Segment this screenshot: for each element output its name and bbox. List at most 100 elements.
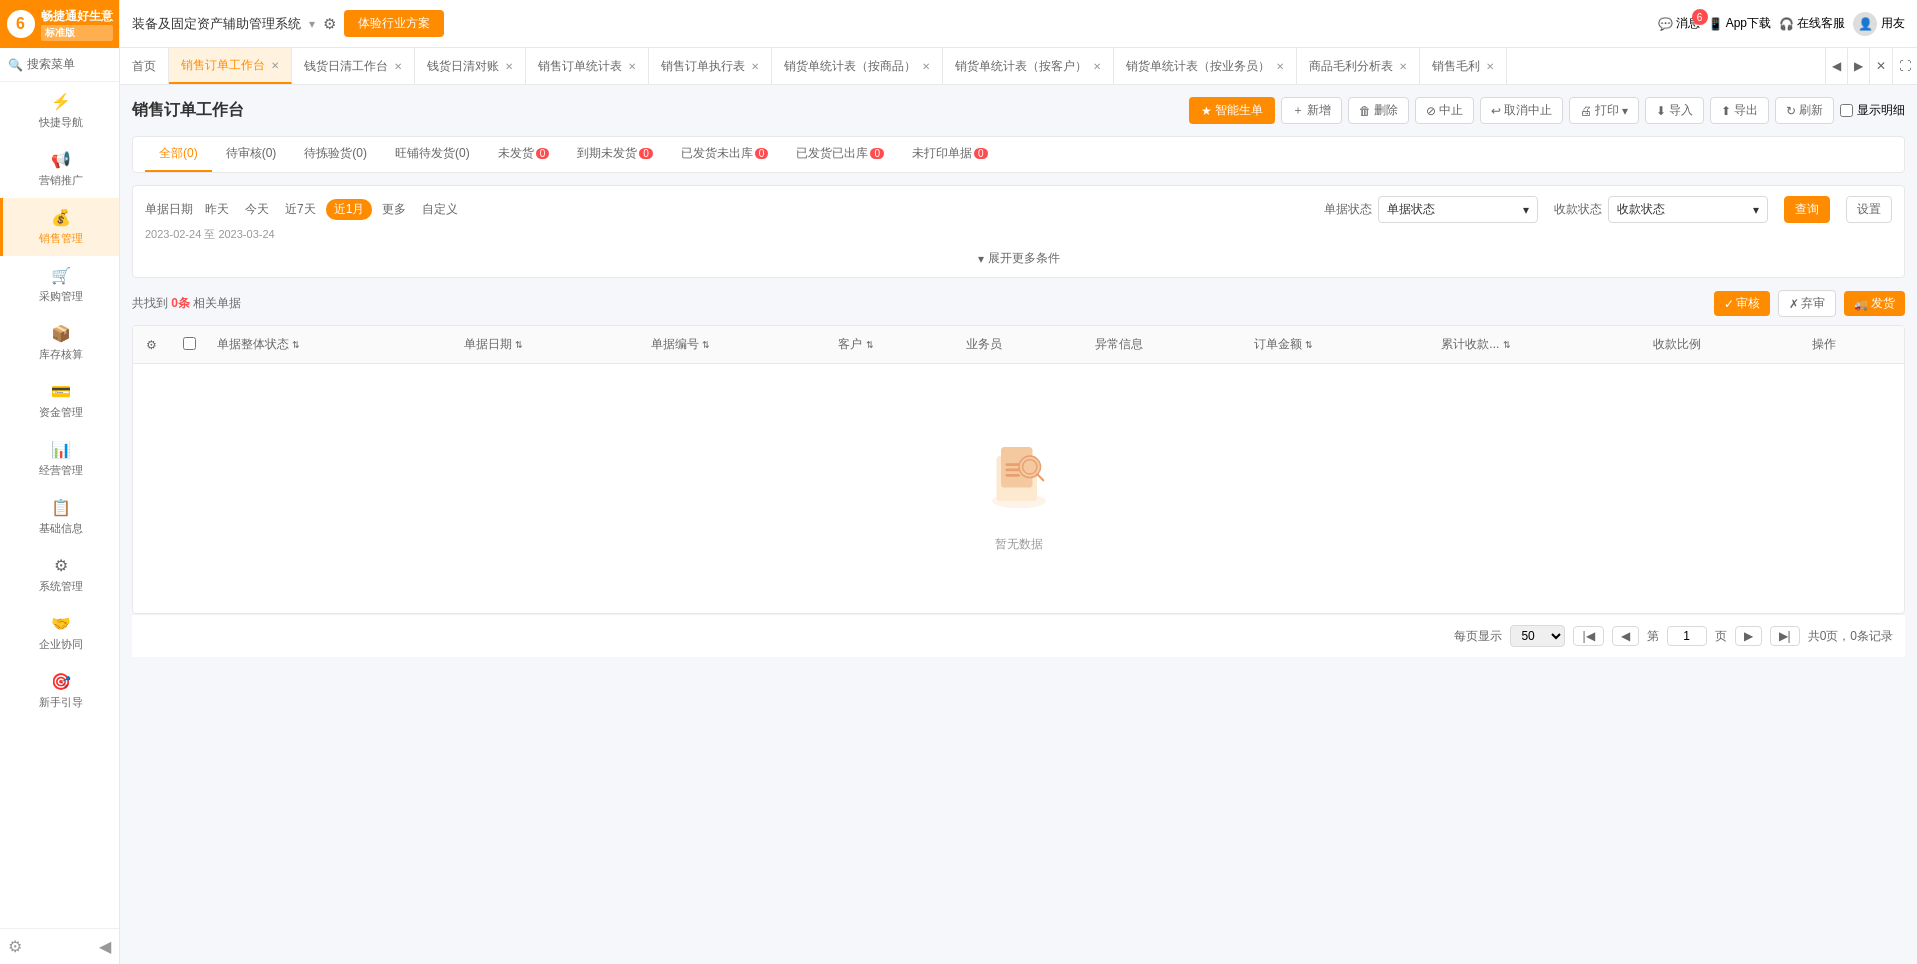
tab-margin-analysis[interactable]: 商品毛利分析表 ✕ — [1297, 48, 1420, 84]
sidebar-item-base-info[interactable]: 📋 基础信息 — [0, 488, 119, 546]
page-input[interactable] — [1667, 626, 1707, 646]
tab-goods-by-salesperson-close[interactable]: ✕ — [1276, 61, 1284, 72]
tab-sales-exec[interactable]: 销售订单执行表 ✕ — [649, 48, 772, 84]
export-btn[interactable]: ⬆ 导出 — [1710, 97, 1769, 124]
refresh-btn[interactable]: ↻ 刷新 — [1775, 97, 1834, 124]
subtab-all[interactable]: 全部(0) — [145, 137, 212, 172]
sidebar-item-purchase[interactable]: 🛒 采购管理 — [0, 256, 119, 314]
date-btn-7days[interactable]: 近7天 — [279, 199, 322, 220]
add-btn[interactable]: ＋ 新增 — [1281, 97, 1342, 124]
per-page-select[interactable]: 10 20 50 100 — [1510, 625, 1565, 647]
subtab-shipped-out[interactable]: 已发货已出库0 — [782, 137, 898, 172]
svg-line-8 — [1037, 474, 1043, 480]
industry-btn[interactable]: 体验行业方案 — [344, 10, 444, 37]
tab-sales-workbench-close[interactable]: ✕ — [271, 60, 279, 71]
date-btn-today[interactable]: 今天 — [239, 199, 275, 220]
date-btn-1month[interactable]: 近1月 — [326, 199, 373, 220]
tab-cash-daily-close[interactable]: ✕ — [394, 61, 402, 72]
th-settings[interactable]: ⚙ — [133, 326, 169, 364]
stop-btn[interactable]: ⊘ 中止 — [1415, 97, 1474, 124]
filter-status-select[interactable]: 单据状态 ▾ — [1378, 196, 1538, 223]
date-btn-custom[interactable]: 自定义 — [416, 199, 464, 220]
app-download[interactable]: 📱 App下载 — [1708, 15, 1771, 32]
result-count-value: 0条 — [171, 296, 190, 310]
sidebar-item-finance[interactable]: 💳 资金管理 — [0, 372, 119, 430]
show-detail-checkbox[interactable] — [1840, 104, 1853, 117]
subtab-shipped-not-out[interactable]: 已发货未出库0 — [667, 137, 783, 172]
query-btn[interactable]: 查询 — [1784, 196, 1830, 223]
page-next-btn[interactable]: ▶ — [1735, 626, 1762, 646]
th-customer[interactable]: 客户 ⇅ — [830, 326, 958, 364]
tab-goods-by-customer-close[interactable]: ✕ — [1093, 61, 1101, 72]
subtab-unprinted[interactable]: 未打印单据0 — [898, 137, 1002, 172]
tab-reconcile-close[interactable]: ✕ — [505, 61, 513, 72]
subtab-pending-inspect[interactable]: 待拣验货(0) — [290, 137, 381, 172]
message-badge[interactable]: 💬 消息 6 — [1658, 15, 1700, 32]
sidebar-item-guide[interactable]: 🎯 新手引导 — [0, 662, 119, 720]
tab-close-all-btn[interactable]: ✕ — [1869, 48, 1892, 84]
import-btn[interactable]: ⬇ 导入 — [1645, 97, 1704, 124]
page-first-btn[interactable]: |◀ — [1573, 626, 1603, 646]
tab-goods-by-salesperson[interactable]: 销货单统计表（按业务员） ✕ — [1114, 48, 1297, 84]
tab-sales-workbench[interactable]: 销售订单工作台 ✕ — [169, 48, 292, 84]
sidebar-item-operation[interactable]: 📊 经营管理 — [0, 430, 119, 488]
tab-goods-by-product-close[interactable]: ✕ — [922, 61, 930, 72]
page-last-btn[interactable]: ▶| — [1770, 626, 1800, 646]
th-date[interactable]: 单据日期 ⇅ — [456, 326, 643, 364]
tab-cash-daily[interactable]: 钱货日清工作台 ✕ — [292, 48, 415, 84]
select-all-checkbox[interactable] — [183, 337, 196, 350]
tab-sales-margin[interactable]: 销售毛利 ✕ — [1420, 48, 1507, 84]
setting-btn[interactable]: 设置 — [1846, 196, 1892, 223]
subtab-overdue-unshipped[interactable]: 到期未发货0 — [563, 137, 667, 172]
sidebar-item-sales[interactable]: 💰 销售管理 — [0, 198, 119, 256]
tab-goods-by-product[interactable]: 销货单统计表（按商品） ✕ — [772, 48, 943, 84]
sidebar-item-search[interactable]: 🔍 搜索菜单 — [0, 48, 119, 82]
th-ratio-label: 收款比例 — [1653, 337, 1701, 351]
delete-btn[interactable]: 🗑 删除 — [1348, 97, 1409, 124]
topbar-gear[interactable]: ⚙ — [323, 15, 336, 33]
th-collected[interactable]: 累计收款... ⇅ — [1433, 326, 1645, 364]
subtab-unshipped[interactable]: 未发货0 — [484, 137, 564, 172]
tab-next-btn[interactable]: ▶ — [1847, 48, 1869, 84]
search-label: 搜索菜单 — [27, 56, 75, 73]
tab-sales-stats-close[interactable]: ✕ — [628, 61, 636, 72]
user-menu[interactable]: 👤 用友 — [1853, 12, 1905, 36]
tab-home[interactable]: 首页 — [120, 48, 169, 84]
tab-reconcile[interactable]: 钱货日清对账 ✕ — [415, 48, 526, 84]
print-btn[interactable]: 🖨 打印 ▾ — [1569, 97, 1639, 124]
sidebar-item-system[interactable]: ⚙ 系统管理 — [0, 546, 119, 604]
data-table-wrap: ⚙ 单据整体状态 ⇅ 单据日期 ⇅ 单据编号 — [132, 325, 1905, 614]
show-detail-label[interactable]: 显示明细 — [1840, 102, 1905, 119]
date-btn-yesterday[interactable]: 昨天 — [199, 199, 235, 220]
ship-btn[interactable]: 🚚 发货 — [1844, 291, 1905, 316]
settings-icon[interactable]: ⚙ — [8, 937, 22, 956]
audit-btn[interactable]: ✓ 审核 — [1714, 291, 1770, 316]
sidebar-item-marketing[interactable]: 📢 营销推广 — [0, 140, 119, 198]
cancel-audit-btn[interactable]: ✗ 弃审 — [1778, 290, 1836, 317]
cancel-stop-btn[interactable]: ↩ 取消中止 — [1480, 97, 1563, 124]
tab-sales-margin-close[interactable]: ✕ — [1486, 61, 1494, 72]
filter-payment-select[interactable]: 收款状态 ▾ — [1608, 196, 1768, 223]
tab-goods-by-customer[interactable]: 销货单统计表（按客户） ✕ — [943, 48, 1114, 84]
th-number[interactable]: 单据编号 ⇅ — [643, 326, 830, 364]
smart-btn[interactable]: ★ 智能生单 — [1189, 97, 1275, 124]
tab-sales-stats[interactable]: 销售订单统计表 ✕ — [526, 48, 649, 84]
collapse-icon[interactable]: ◀ — [99, 937, 111, 956]
tab-margin-analysis-close[interactable]: ✕ — [1399, 61, 1407, 72]
subtab-pending-audit[interactable]: 待审核(0) — [212, 137, 291, 172]
tab-prev-btn[interactable]: ◀ — [1825, 48, 1847, 84]
filter-expand-btn[interactable]: ▾ 展开更多条件 — [145, 250, 1892, 267]
online-service[interactable]: 🎧 在线客服 — [1779, 15, 1845, 32]
sidebar-item-quick-nav[interactable]: ⚡ 快捷导航 — [0, 82, 119, 140]
page-prev-btn[interactable]: ◀ — [1612, 626, 1639, 646]
subtab-wangpu-ship[interactable]: 旺铺待发货(0) — [381, 137, 484, 172]
date-btn-more[interactable]: 更多 — [376, 199, 412, 220]
th-amount[interactable]: 订单金额 ⇅ — [1246, 326, 1433, 364]
inventory-label: 库存核算 — [39, 347, 83, 362]
th-checkbox[interactable] — [169, 326, 209, 364]
sidebar-item-inventory[interactable]: 📦 库存核算 — [0, 314, 119, 372]
th-status[interactable]: 单据整体状态 ⇅ — [209, 326, 456, 364]
tab-sales-exec-close[interactable]: ✕ — [751, 61, 759, 72]
tab-expand-btn[interactable]: ⛶ — [1892, 48, 1917, 84]
sidebar-item-enterprise[interactable]: 🤝 企业协同 — [0, 604, 119, 662]
